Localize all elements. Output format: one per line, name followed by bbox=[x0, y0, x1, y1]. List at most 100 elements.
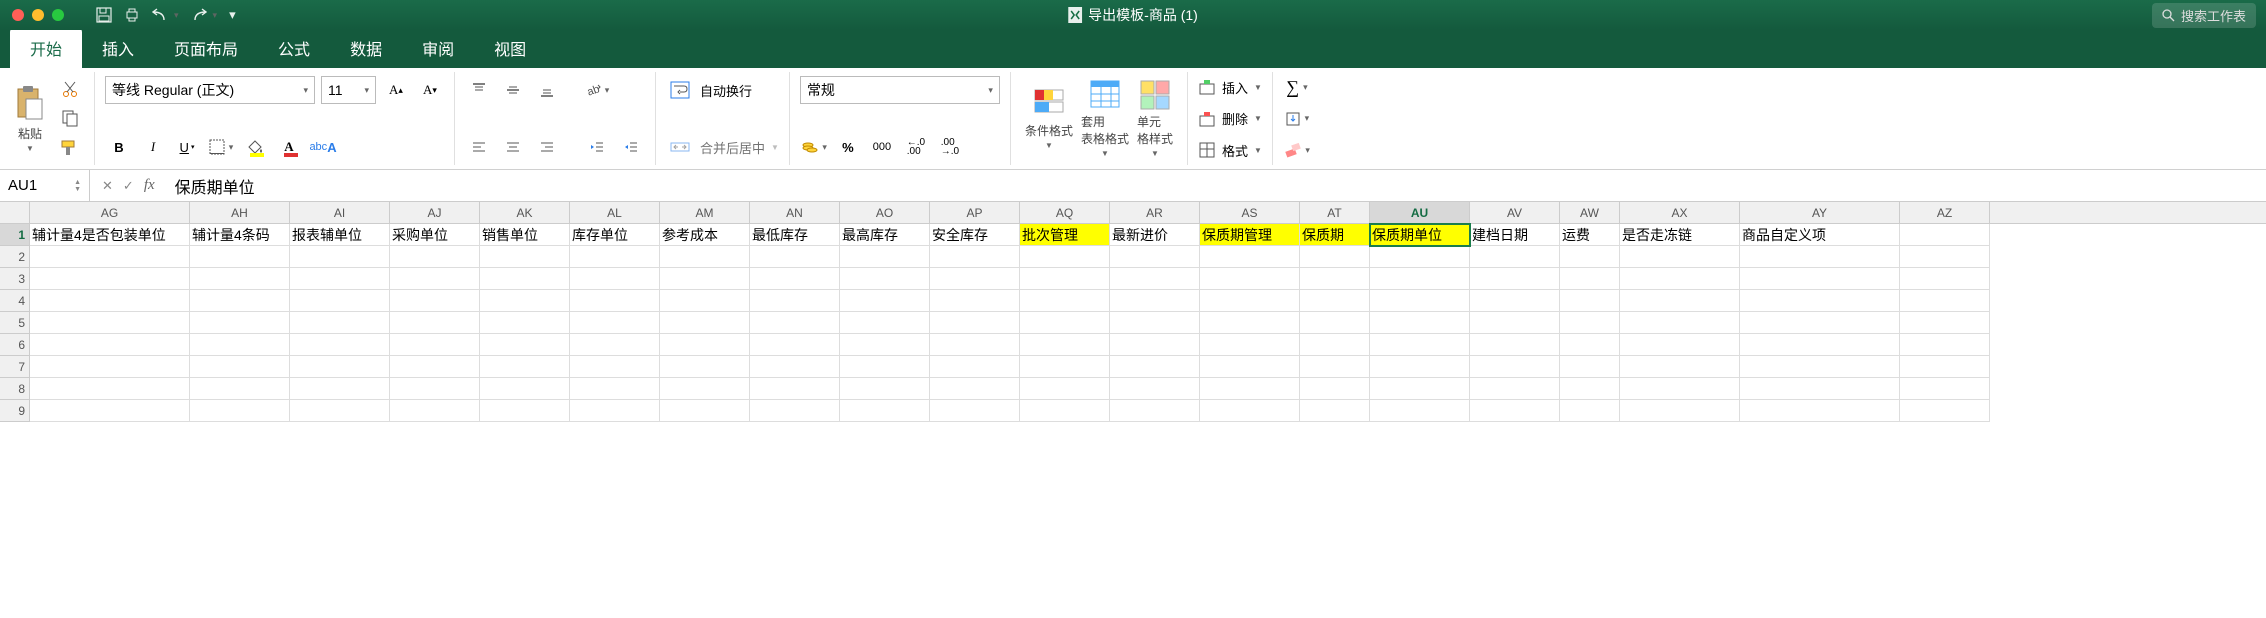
cell-AK9[interactable] bbox=[480, 400, 570, 422]
cell-AI3[interactable] bbox=[290, 268, 390, 290]
row-header-2[interactable]: 2 bbox=[0, 246, 30, 268]
decrease-indent-button[interactable] bbox=[583, 134, 611, 160]
cell-AZ8[interactable] bbox=[1900, 378, 1990, 400]
maximize-window-button[interactable] bbox=[52, 9, 64, 21]
cell-AP9[interactable] bbox=[930, 400, 1020, 422]
align-bottom-button[interactable] bbox=[533, 77, 561, 103]
cell-AM6[interactable] bbox=[660, 334, 750, 356]
cell-AV2[interactable] bbox=[1470, 246, 1560, 268]
column-header-AI[interactable]: AI bbox=[290, 202, 390, 223]
column-header-AR[interactable]: AR bbox=[1110, 202, 1200, 223]
cell-AN4[interactable] bbox=[750, 290, 840, 312]
cell-AH4[interactable] bbox=[190, 290, 290, 312]
cancel-formula-button[interactable]: ✕ bbox=[102, 178, 113, 194]
decrease-decimal-button[interactable]: .00→.0 bbox=[936, 134, 964, 160]
cell-AO4[interactable] bbox=[840, 290, 930, 312]
align-center-button[interactable] bbox=[499, 134, 527, 160]
cell-AJ5[interactable] bbox=[390, 312, 480, 334]
cell-AR9[interactable] bbox=[1110, 400, 1200, 422]
column-header-AW[interactable]: AW bbox=[1560, 202, 1620, 223]
cell-AO7[interactable] bbox=[840, 356, 930, 378]
cell-AU9[interactable] bbox=[1370, 400, 1470, 422]
cell-AG1[interactable]: 辅计量4是否包装单位 bbox=[30, 224, 190, 246]
wrap-text-label[interactable]: 自动换行 bbox=[700, 81, 752, 100]
cell-AP2[interactable] bbox=[930, 246, 1020, 268]
bold-button[interactable]: B bbox=[105, 134, 133, 160]
cell-AG5[interactable] bbox=[30, 312, 190, 334]
cell-AG4[interactable] bbox=[30, 290, 190, 312]
cell-AW3[interactable] bbox=[1560, 268, 1620, 290]
cell-AM2[interactable] bbox=[660, 246, 750, 268]
undo-button[interactable] bbox=[152, 8, 179, 22]
fx-icon[interactable]: fx bbox=[144, 177, 155, 194]
cell-AH5[interactable] bbox=[190, 312, 290, 334]
column-header-AK[interactable]: AK bbox=[480, 202, 570, 223]
cell-AJ3[interactable] bbox=[390, 268, 480, 290]
row-header-4[interactable]: 4 bbox=[0, 290, 30, 312]
cell-AS7[interactable] bbox=[1200, 356, 1300, 378]
cell-AT2[interactable] bbox=[1300, 246, 1370, 268]
cell-AI6[interactable] bbox=[290, 334, 390, 356]
column-header-AS[interactable]: AS bbox=[1200, 202, 1300, 223]
column-header-AL[interactable]: AL bbox=[570, 202, 660, 223]
select-all-corner[interactable] bbox=[0, 202, 30, 224]
cell-AW1[interactable]: 运费 bbox=[1560, 224, 1620, 246]
cell-AS8[interactable] bbox=[1200, 378, 1300, 400]
cell-AN8[interactable] bbox=[750, 378, 840, 400]
merge-center-icon[interactable] bbox=[666, 134, 694, 160]
clear-button[interactable] bbox=[1283, 137, 1311, 163]
cell-AQ8[interactable] bbox=[1020, 378, 1110, 400]
cell-AT5[interactable] bbox=[1300, 312, 1370, 334]
cell-AU2[interactable] bbox=[1370, 246, 1470, 268]
cell-AG9[interactable] bbox=[30, 400, 190, 422]
cell-AG2[interactable] bbox=[30, 246, 190, 268]
cell-AR2[interactable] bbox=[1110, 246, 1200, 268]
cell-AS5[interactable] bbox=[1200, 312, 1300, 334]
column-header-AP[interactable]: AP bbox=[930, 202, 1020, 223]
cell-AM9[interactable] bbox=[660, 400, 750, 422]
column-header-AT[interactable]: AT bbox=[1300, 202, 1370, 223]
cell-AV3[interactable] bbox=[1470, 268, 1560, 290]
merge-center-label[interactable]: 合并后居中 bbox=[700, 138, 765, 157]
cell-AI8[interactable] bbox=[290, 378, 390, 400]
cell-AN1[interactable]: 最低库存 bbox=[750, 224, 840, 246]
fill-button[interactable] bbox=[1283, 106, 1311, 132]
increase-font-button[interactable]: A▴ bbox=[382, 77, 410, 103]
cell-AU7[interactable] bbox=[1370, 356, 1470, 378]
cell-AL2[interactable] bbox=[570, 246, 660, 268]
cell-AO6[interactable] bbox=[840, 334, 930, 356]
cell-AG6[interactable] bbox=[30, 334, 190, 356]
format-as-table-button[interactable]: 套用 表格格式▼ bbox=[1077, 79, 1133, 158]
cell-AR4[interactable] bbox=[1110, 290, 1200, 312]
format-cells-button[interactable]: 格式 bbox=[1222, 141, 1248, 160]
cell-AK6[interactable] bbox=[480, 334, 570, 356]
cell-AX6[interactable] bbox=[1620, 334, 1740, 356]
cell-AV7[interactable] bbox=[1470, 356, 1560, 378]
cell-AL3[interactable] bbox=[570, 268, 660, 290]
column-header-AU[interactable]: AU bbox=[1370, 202, 1470, 223]
tab-home[interactable]: 开始 bbox=[10, 28, 82, 68]
cell-AL6[interactable] bbox=[570, 334, 660, 356]
cell-AW7[interactable] bbox=[1560, 356, 1620, 378]
cell-AU4[interactable] bbox=[1370, 290, 1470, 312]
cell-AX9[interactable] bbox=[1620, 400, 1740, 422]
cell-AZ5[interactable] bbox=[1900, 312, 1990, 334]
accept-formula-button[interactable]: ✓ bbox=[123, 178, 134, 194]
cell-AO3[interactable] bbox=[840, 268, 930, 290]
cell-AP5[interactable] bbox=[930, 312, 1020, 334]
wrap-text-icon[interactable] bbox=[666, 77, 694, 103]
decrease-font-button[interactable]: A▾ bbox=[416, 77, 444, 103]
tab-page-layout[interactable]: 页面布局 bbox=[154, 28, 258, 68]
cell-AY9[interactable] bbox=[1740, 400, 1900, 422]
column-header-AQ[interactable]: AQ bbox=[1020, 202, 1110, 223]
cell-AT3[interactable] bbox=[1300, 268, 1370, 290]
cell-AX7[interactable] bbox=[1620, 356, 1740, 378]
cell-AY2[interactable] bbox=[1740, 246, 1900, 268]
cell-AV6[interactable] bbox=[1470, 334, 1560, 356]
cell-AI9[interactable] bbox=[290, 400, 390, 422]
cell-AJ8[interactable] bbox=[390, 378, 480, 400]
cell-AH3[interactable] bbox=[190, 268, 290, 290]
cell-AK3[interactable] bbox=[480, 268, 570, 290]
cell-AZ6[interactable] bbox=[1900, 334, 1990, 356]
cell-AX8[interactable] bbox=[1620, 378, 1740, 400]
